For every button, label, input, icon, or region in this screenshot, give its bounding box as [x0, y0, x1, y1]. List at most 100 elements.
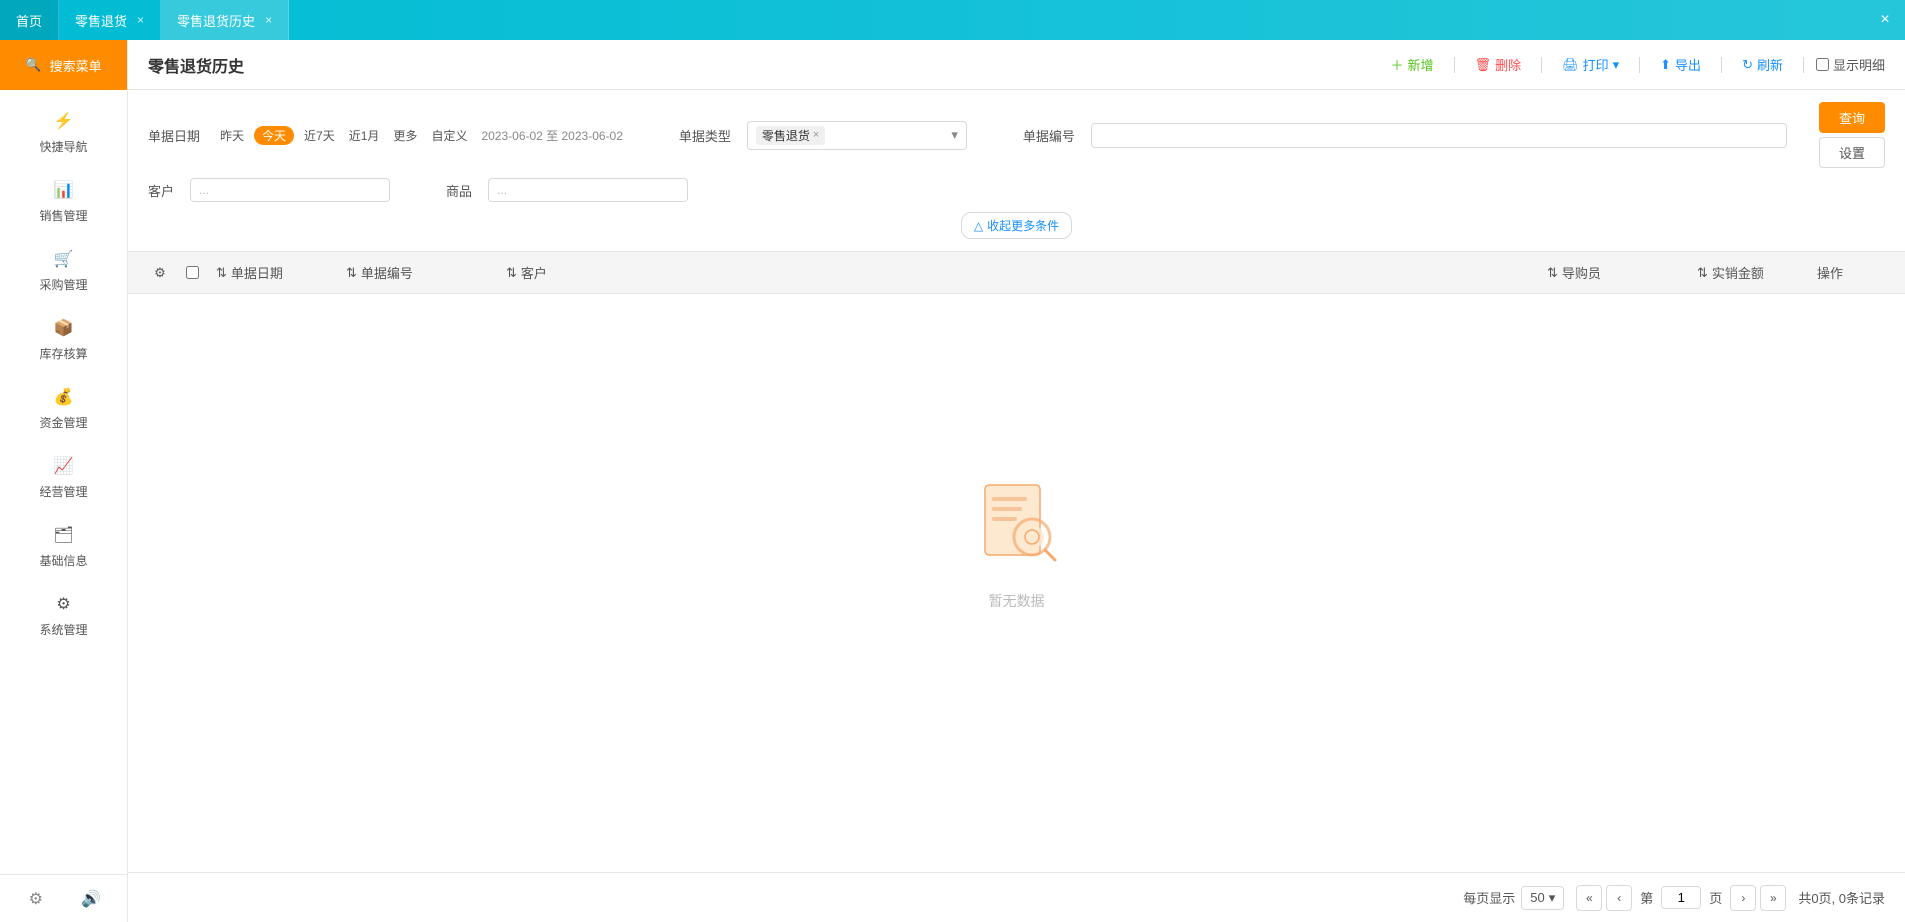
page-size-select: 每页显示 50 ▾ — [1463, 886, 1564, 910]
customer-select[interactable]: ... — [190, 178, 390, 202]
col-header-guide[interactable]: ⇅ 导购员 — [1539, 263, 1689, 282]
sidebar-item-5[interactable]: 📈 经营管理 — [0, 443, 127, 512]
type-tag: 零售退货 × — [756, 126, 825, 145]
collapse-icon: △ — [974, 219, 983, 233]
filter-settings-button[interactable]: 设置 — [1819, 137, 1885, 168]
col-amount-sort-icon: ⇅ — [1697, 265, 1708, 281]
page-size-arrow: ▾ — [1549, 890, 1556, 906]
page-size-label: 每页显示 — [1463, 888, 1515, 907]
col-header-amount[interactable]: ⇅ 实销金额 — [1689, 263, 1809, 282]
col-action-label: 操作 — [1817, 263, 1843, 282]
page-unit: 页 — [1709, 888, 1722, 907]
refresh-icon: ↻ — [1742, 57, 1753, 73]
date-btn-custom[interactable]: 自定义 — [427, 125, 471, 146]
date-btn-more[interactable]: 更多 — [389, 125, 421, 146]
col-no-label: 单据编号 — [361, 263, 413, 282]
col-header-date[interactable]: ⇅ 单据日期 — [208, 263, 338, 282]
sidebar-item-0[interactable]: ⚡ 快捷导航 — [0, 98, 127, 167]
page-title: 零售退货历史 — [148, 53, 244, 77]
print-button[interactable]: 🖨 打印 ▾ — [1554, 51, 1627, 78]
refresh-button[interactable]: ↻ 刷新 — [1734, 51, 1791, 78]
nav-icon-1: 📊 — [53, 179, 75, 201]
show-detail-checkbox[interactable] — [1816, 58, 1829, 71]
col-header-customer[interactable]: ⇅ 客户 — [498, 263, 1539, 282]
sidebar-item-7[interactable]: ⚙ 系统管理 — [0, 581, 127, 650]
date-btn-7days[interactable]: 近7天 — [300, 125, 339, 146]
export-button[interactable]: ⬆ 导出 — [1652, 51, 1709, 78]
toolbar: ＋ 新增 🗑 删除 🖨 打印 ▾ ⬆ 导出 — [1383, 51, 1885, 78]
select-all-checkbox-cell[interactable] — [176, 266, 208, 279]
goods-select[interactable]: ... — [488, 178, 688, 202]
print-label: 打印 — [1583, 55, 1609, 74]
table-settings-icon[interactable]: ⚙ — [144, 265, 176, 281]
page-label: 第 — [1640, 888, 1653, 907]
export-label: 导出 — [1675, 55, 1701, 74]
type-tag-close[interactable]: × — [813, 129, 819, 141]
sidebar-search-button[interactable]: 🔍 搜索菜单 — [0, 40, 127, 90]
table-header: ⚙ ⇅ 单据日期 ⇅ 单据编号 ⇅ 客户 ⇅ 导购员 — [128, 252, 1905, 294]
empty-state: 暂无数据 — [128, 294, 1905, 872]
action-buttons: 查询 设置 — [1803, 102, 1885, 168]
filter-row-2: 客户 ... 商品 ... — [148, 178, 1885, 202]
new-label: 新增 — [1408, 55, 1434, 74]
nav-icon-2: 🛒 — [53, 248, 75, 270]
date-btn-today[interactable]: 今天 — [254, 126, 294, 145]
sound-icon-button[interactable]: 🔊 — [75, 883, 107, 915]
page-input[interactable] — [1661, 886, 1701, 909]
date-btn-1month[interactable]: 近1月 — [345, 125, 384, 146]
tab-close-2[interactable]: × — [265, 13, 272, 27]
top-bar: 首页零售退货×零售退货历史× × — [0, 0, 1905, 40]
settings-icon-button[interactable]: ⚙ — [20, 883, 52, 915]
new-button[interactable]: ＋ 新增 — [1383, 51, 1442, 78]
col-header-no[interactable]: ⇅ 单据编号 — [338, 263, 498, 282]
nav-label-5: 经营管理 — [39, 483, 87, 500]
col-date-label: 单据日期 — [231, 263, 283, 282]
sidebar-item-3[interactable]: 📦 库存核算 — [0, 305, 127, 374]
col-guide-sort-icon: ⇅ — [1547, 265, 1558, 281]
col-header-action: 操作 — [1809, 263, 1889, 282]
collapse-button[interactable]: △ 收起更多条件 — [961, 212, 1072, 239]
print-icon: 🖨 — [1562, 57, 1579, 73]
total-info: 共0页, 0条记录 — [1798, 888, 1885, 907]
nav-label-2: 采购管理 — [39, 276, 87, 293]
next-page-button[interactable]: › — [1730, 885, 1756, 911]
sidebar-item-1[interactable]: 📊 销售管理 — [0, 167, 127, 236]
divider — [1454, 57, 1455, 73]
voucher-filter-label: 单据编号 — [1023, 126, 1075, 145]
query-button[interactable]: 查询 — [1819, 102, 1885, 133]
date-btn-yesterday[interactable]: 昨天 — [216, 125, 248, 146]
filter-area: 单据日期 昨天 今天 近7天 近1月 更多 自定义 2023-06-02 至 2… — [128, 90, 1905, 252]
pagination: 每页显示 50 ▾ « ‹ 第 页 › » 共0页, 0条记录 — [128, 872, 1905, 922]
nav-icon-0: ⚡ — [53, 110, 75, 132]
voucher-input[interactable] — [1091, 123, 1787, 148]
last-page-button[interactable]: » — [1760, 885, 1786, 911]
col-guide-label: 导购员 — [1562, 263, 1601, 282]
main-content: 零售退货历史 ＋ 新增 🗑 删除 🖨 打印 ▾ — [128, 40, 1905, 922]
date-shortcuts: 昨天 今天 近7天 近1月 更多 自定义 2023-06-02 至 2023-0… — [216, 125, 623, 146]
tab-close-1[interactable]: × — [137, 13, 144, 27]
filter-row-1: 单据日期 昨天 今天 近7天 近1月 更多 自定义 2023-06-02 至 2… — [148, 102, 1885, 168]
tab-1[interactable]: 零售退货× — [59, 0, 161, 40]
nav-icon-5: 📈 — [53, 455, 75, 477]
col-date-sort-icon: ⇅ — [216, 265, 227, 281]
export-icon: ⬆ — [1660, 57, 1671, 73]
col-amount-label: 实销金额 — [1712, 263, 1764, 282]
delete-button[interactable]: 🗑 删除 — [1467, 51, 1530, 78]
window-close-button[interactable]: × — [1865, 0, 1905, 40]
page-nav: « ‹ 第 页 › » — [1576, 885, 1786, 911]
nav-label-7: 系统管理 — [39, 621, 87, 638]
first-page-button[interactable]: « — [1576, 885, 1602, 911]
customer-placeholder: ... — [199, 183, 209, 197]
type-select[interactable]: 零售退货 × ▾ — [747, 121, 967, 150]
page-size-box[interactable]: 50 ▾ — [1521, 886, 1564, 910]
new-icon: ＋ — [1391, 55, 1404, 74]
nav-label-6: 基础信息 — [39, 552, 87, 569]
sidebar-item-2[interactable]: 🛒 采购管理 — [0, 236, 127, 305]
sidebar-item-4[interactable]: 💰 资金管理 — [0, 374, 127, 443]
sidebar-item-6[interactable]: 🗂 基础信息 — [0, 512, 127, 581]
tab-0[interactable]: 首页 — [0, 0, 59, 40]
prev-page-button[interactable]: ‹ — [1606, 885, 1632, 911]
select-all-checkbox[interactable] — [186, 266, 199, 279]
show-detail-checkbox-label[interactable]: 显示明细 — [1816, 55, 1885, 74]
tab-2[interactable]: 零售退货历史× — [161, 0, 289, 40]
